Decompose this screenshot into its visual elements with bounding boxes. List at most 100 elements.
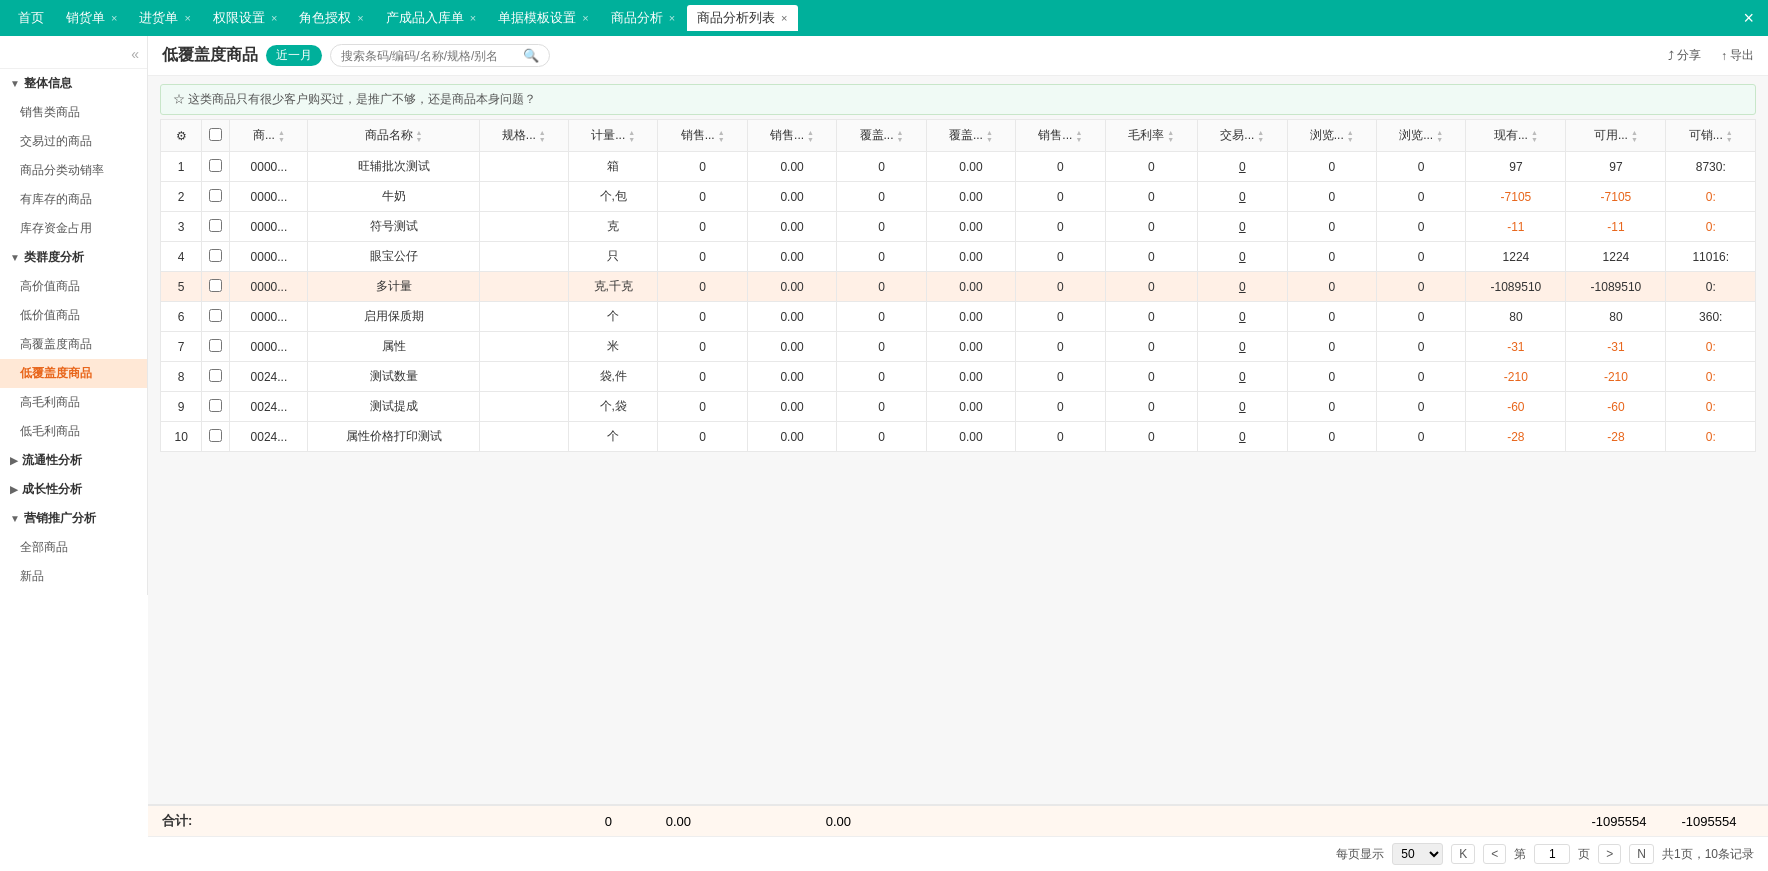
- col-sales-amt[interactable]: 销售... ▲▼: [747, 120, 836, 152]
- col-coverage2[interactable]: 覆盖... ▲▼: [926, 120, 1015, 152]
- sidebar-item-high-margin[interactable]: 高毛利商品: [0, 388, 147, 417]
- row-select-checkbox[interactable]: [209, 309, 222, 322]
- row-select-checkbox[interactable]: [209, 249, 222, 262]
- col-available[interactable]: 可用... ▲▼: [1566, 120, 1666, 152]
- search-icon[interactable]: 🔍: [523, 48, 539, 63]
- trade-link[interactable]: 0: [1239, 400, 1246, 414]
- trade-link[interactable]: 0: [1239, 430, 1246, 444]
- trade-link[interactable]: 0: [1239, 310, 1246, 324]
- sidebar-item-in-stock-products[interactable]: 有库存的商品: [0, 185, 147, 214]
- row-trade[interactable]: 0: [1198, 152, 1287, 182]
- last-page-button[interactable]: N: [1629, 844, 1654, 864]
- sort-icon[interactable]: ▲▼: [416, 129, 423, 143]
- row-select-checkbox[interactable]: [209, 339, 222, 352]
- row-select-checkbox[interactable]: [209, 429, 222, 442]
- row-trade[interactable]: 0: [1198, 302, 1287, 332]
- sort-icon[interactable]: ▲▼: [278, 129, 285, 143]
- row-trade[interactable]: 0: [1198, 362, 1287, 392]
- nav-item-roles[interactable]: 角色授权 ×: [289, 5, 373, 31]
- col-code[interactable]: 商... ▲▼: [230, 120, 308, 152]
- trade-link[interactable]: 0: [1239, 340, 1246, 354]
- row-checkbox[interactable]: [202, 272, 230, 302]
- sidebar-item-capital-occupation[interactable]: 库存资金占用: [0, 214, 147, 243]
- sort-icon[interactable]: ▲▼: [1347, 129, 1354, 143]
- row-checkbox[interactable]: [202, 392, 230, 422]
- page-size-select[interactable]: 50 20 100: [1392, 843, 1443, 865]
- col-browse1[interactable]: 浏览... ▲▼: [1287, 120, 1376, 152]
- sidebar-item-sales-products[interactable]: 销售类商品: [0, 98, 147, 127]
- row-select-checkbox[interactable]: [209, 219, 222, 232]
- row-checkbox[interactable]: [202, 182, 230, 212]
- col-gross-rate[interactable]: 毛利率 ▲▼: [1105, 120, 1198, 152]
- sidebar-item-high-coverage[interactable]: 高覆盖度商品: [0, 330, 147, 359]
- col-trade[interactable]: 交易... ▲▼: [1198, 120, 1287, 152]
- search-input[interactable]: [341, 49, 518, 63]
- sort-icon[interactable]: ▲▼: [1167, 129, 1174, 143]
- col-sellable[interactable]: 可销... ▲▼: [1666, 120, 1756, 152]
- row-trade[interactable]: 0: [1198, 182, 1287, 212]
- sort-icon[interactable]: ▲▼: [718, 129, 725, 143]
- sidebar-item-new-products[interactable]: 新品: [0, 562, 147, 591]
- row-trade[interactable]: 0: [1198, 242, 1287, 272]
- first-page-button[interactable]: K: [1451, 844, 1475, 864]
- sort-icon[interactable]: ▲▼: [1531, 129, 1538, 143]
- sort-icon[interactable]: ▲▼: [986, 129, 993, 143]
- sidebar-item-all-products[interactable]: 全部商品: [0, 533, 147, 562]
- close-icon[interactable]: ×: [470, 12, 476, 24]
- row-checkbox[interactable]: [202, 332, 230, 362]
- trade-link[interactable]: 0: [1239, 190, 1246, 204]
- sort-icon[interactable]: ▲▼: [897, 129, 904, 143]
- share-button[interactable]: ⤴ 分享: [1668, 47, 1701, 64]
- row-trade[interactable]: 0: [1198, 392, 1287, 422]
- row-trade[interactable]: 0: [1198, 422, 1287, 452]
- sidebar-section-group-analysis[interactable]: ▼ 类群度分析: [0, 243, 147, 272]
- row-trade[interactable]: 0: [1198, 272, 1287, 302]
- sidebar-item-high-value[interactable]: 高价值商品: [0, 272, 147, 301]
- row-checkbox[interactable]: [202, 212, 230, 242]
- row-checkbox[interactable]: [202, 302, 230, 332]
- trade-link[interactable]: 0: [1239, 220, 1246, 234]
- sort-icon[interactable]: ▲▼: [1631, 129, 1638, 143]
- sort-icon[interactable]: ▲▼: [539, 129, 546, 143]
- close-icon[interactable]: ×: [669, 12, 675, 24]
- row-checkbox[interactable]: [202, 362, 230, 392]
- sort-icon[interactable]: ▲▼: [807, 129, 814, 143]
- nav-item-permissions[interactable]: 权限设置 ×: [203, 5, 287, 31]
- sidebar-section-overview[interactable]: ▼ 整体信息: [0, 69, 147, 98]
- sidebar-section-marketing[interactable]: ▼ 营销推广分析: [0, 504, 147, 533]
- sidebar-item-low-coverage[interactable]: 低覆盖度商品: [0, 359, 147, 388]
- close-icon[interactable]: ×: [781, 12, 787, 24]
- nav-item-home[interactable]: 首页: [8, 5, 54, 31]
- trade-link[interactable]: 0: [1239, 370, 1246, 384]
- close-icon[interactable]: ×: [271, 12, 277, 24]
- sort-icon[interactable]: ▲▼: [1726, 129, 1733, 143]
- row-trade[interactable]: 0: [1198, 212, 1287, 242]
- trade-link[interactable]: 0: [1239, 160, 1246, 174]
- window-close-button[interactable]: ×: [1737, 6, 1760, 31]
- trade-link[interactable]: 0: [1239, 280, 1246, 294]
- col-checkbox[interactable]: [202, 120, 230, 152]
- col-browse2[interactable]: 浏览... ▲▼: [1376, 120, 1465, 152]
- row-checkbox[interactable]: [202, 242, 230, 272]
- trade-link[interactable]: 0: [1239, 250, 1246, 264]
- sidebar-item-low-margin[interactable]: 低毛利商品: [0, 417, 147, 446]
- nav-item-template-settings[interactable]: 单据模板设置 ×: [488, 5, 598, 31]
- nav-item-purchase[interactable]: 进货单 ×: [129, 5, 200, 31]
- col-current-stock[interactable]: 现有... ▲▼: [1466, 120, 1566, 152]
- col-name[interactable]: 商品名称 ▲▼: [308, 120, 479, 152]
- close-icon[interactable]: ×: [184, 12, 190, 24]
- col-sales-qty[interactable]: 销售... ▲▼: [658, 120, 747, 152]
- sidebar-section-growth[interactable]: ▶ 成长性分析: [0, 475, 147, 504]
- next-page-button[interactable]: >: [1598, 844, 1621, 864]
- row-select-checkbox[interactable]: [209, 279, 222, 292]
- row-checkbox[interactable]: [202, 152, 230, 182]
- sidebar-item-traded-products[interactable]: 交易过的商品: [0, 127, 147, 156]
- row-select-checkbox[interactable]: [209, 189, 222, 202]
- sort-icon[interactable]: ▲▼: [1257, 129, 1264, 143]
- sort-icon[interactable]: ▲▼: [1075, 129, 1082, 143]
- row-select-checkbox[interactable]: [209, 399, 222, 412]
- nav-item-product-analysis-list[interactable]: 商品分析列表 ×: [687, 5, 797, 31]
- col-settings[interactable]: ⚙: [161, 120, 202, 152]
- prev-page-button[interactable]: <: [1483, 844, 1506, 864]
- close-icon[interactable]: ×: [582, 12, 588, 24]
